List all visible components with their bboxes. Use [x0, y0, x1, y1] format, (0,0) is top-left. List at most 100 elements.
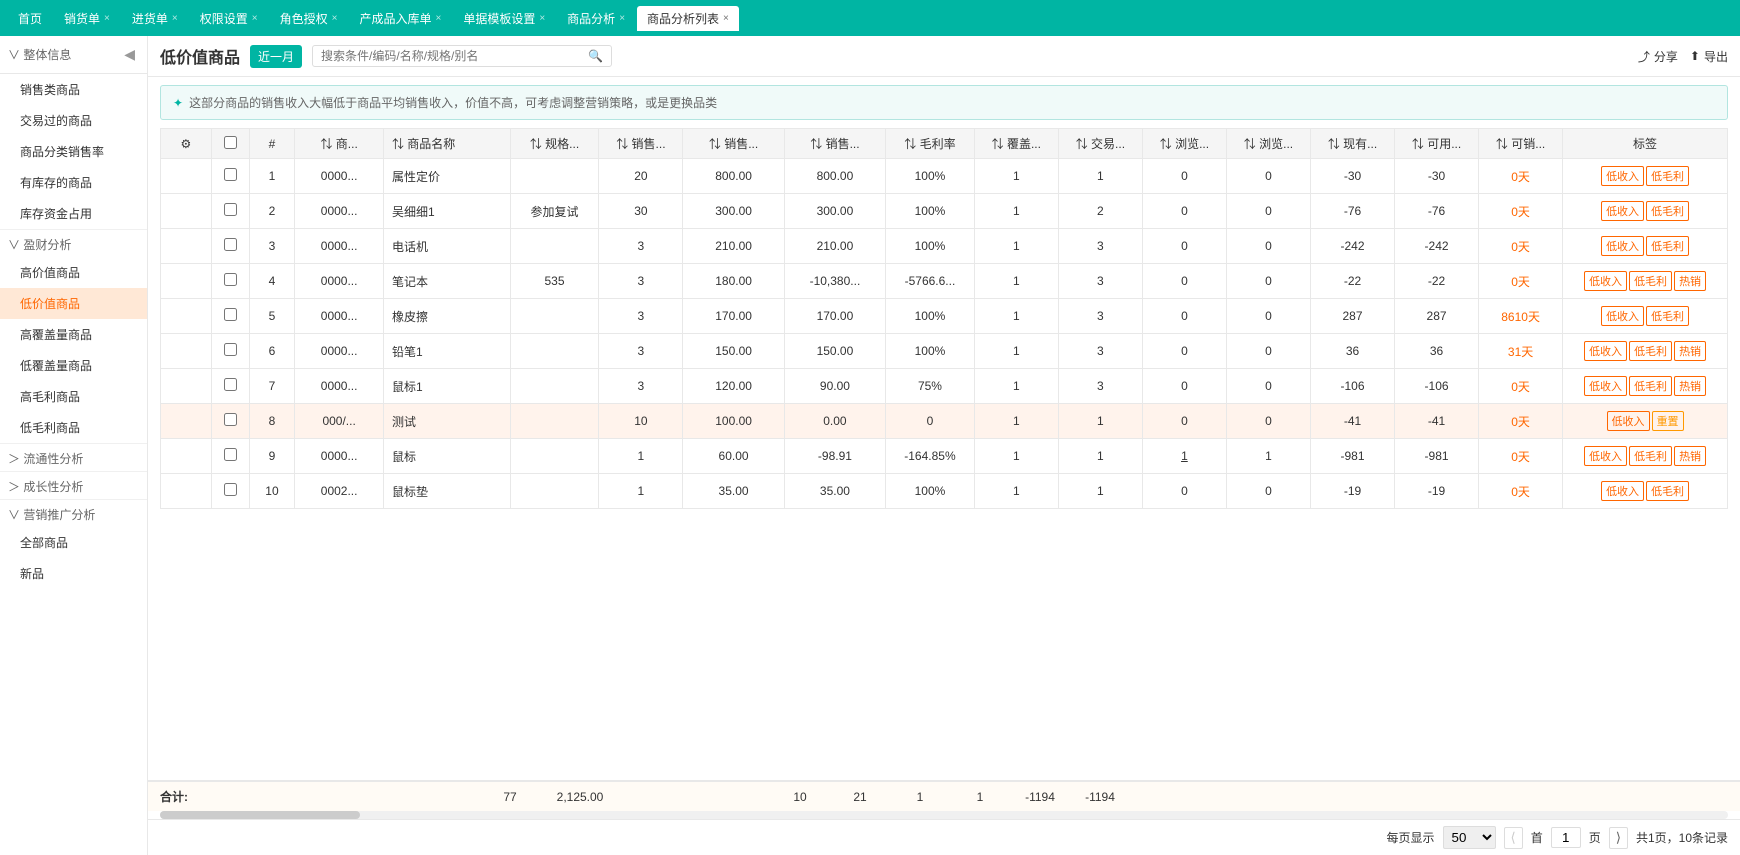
cell-browse1[interactable]: 0	[1142, 299, 1226, 334]
col-sales-profit[interactable]: ⇅ 销售...	[784, 129, 885, 159]
share-button[interactable]: ⤴ 分享	[1638, 48, 1678, 65]
cell-browse1[interactable]: 1	[1142, 439, 1226, 474]
cell-sellable: 31天	[1479, 334, 1563, 369]
cell-sellable: 0天	[1479, 404, 1563, 439]
nav-sales[interactable]: 销货单×	[54, 6, 120, 31]
total-cur-stock: -1194	[1010, 790, 1070, 804]
cell-browse1[interactable]: 0	[1142, 404, 1226, 439]
row-checkbox[interactable]	[224, 308, 237, 321]
col-sales-amt[interactable]: ⇅ 销售...	[683, 129, 784, 159]
cell-checkbox[interactable]	[211, 194, 249, 229]
nav-analysis-list[interactable]: 商品分析列表×	[637, 6, 739, 31]
sidebar-item-high-profit[interactable]: 高毛利商品	[0, 381, 147, 412]
page-input[interactable]	[1551, 827, 1581, 848]
col-avail[interactable]: ⇅ 可用...	[1395, 129, 1479, 159]
row-checkbox[interactable]	[224, 168, 237, 181]
select-all-checkbox[interactable]	[224, 136, 237, 149]
cell-browse1[interactable]: 0	[1142, 229, 1226, 264]
col-sales-qty[interactable]: ⇅ 销售...	[599, 129, 683, 159]
cell-checkbox[interactable]	[211, 334, 249, 369]
sidebar-item-low-value[interactable]: 低价值商品	[0, 288, 147, 319]
col-trade[interactable]: ⇅ 交易...	[1058, 129, 1142, 159]
nav-warehouse[interactable]: 产成品入库单×	[349, 6, 451, 31]
col-gross-rate[interactable]: ⇅ 毛利率	[886, 129, 975, 159]
col-code[interactable]: ⇅ 商...	[295, 129, 384, 159]
cell-browse1[interactable]: 0	[1142, 334, 1226, 369]
row-checkbox[interactable]	[224, 203, 237, 216]
sidebar-item-low-profit[interactable]: 低毛利商品	[0, 412, 147, 443]
nav-home[interactable]: 首页	[8, 6, 52, 31]
col-settings[interactable]: ⚙	[161, 129, 212, 159]
cell-avail: 287	[1395, 299, 1479, 334]
period-button[interactable]: 近一月	[250, 45, 302, 68]
close-icon[interactable]: ×	[104, 13, 110, 24]
cell-browse1[interactable]: 0	[1142, 369, 1226, 404]
search-icon[interactable]: 🔍	[588, 49, 603, 63]
sidebar-collapse-btn[interactable]: ◀	[120, 42, 139, 67]
close-icon[interactable]: ×	[619, 13, 625, 24]
tag-badge: 低毛利	[1629, 376, 1672, 396]
cell-sales-qty: 3	[599, 299, 683, 334]
col-cur-stock[interactable]: ⇅ 现有...	[1310, 129, 1394, 159]
row-checkbox[interactable]	[224, 483, 237, 496]
nav-analysis[interactable]: 商品分析×	[557, 6, 635, 31]
cell-checkbox[interactable]	[211, 474, 249, 509]
cell-checkbox[interactable]	[211, 299, 249, 334]
cell-browse1[interactable]: 0	[1142, 264, 1226, 299]
col-coverage[interactable]: ⇅ 覆盖...	[974, 129, 1058, 159]
cell-checkbox[interactable]	[211, 159, 249, 194]
cell-browse1[interactable]: 0	[1142, 159, 1226, 194]
sidebar-item-low-coverage[interactable]: 低覆盖量商品	[0, 350, 147, 381]
close-icon[interactable]: ×	[332, 13, 338, 24]
row-checkbox[interactable]	[224, 413, 237, 426]
cell-cover: 1	[974, 229, 1058, 264]
per-page-select[interactable]: 50 100 200	[1443, 826, 1496, 849]
cell-sellable: 0天	[1479, 159, 1563, 194]
cell-browse1[interactable]: 0	[1142, 194, 1226, 229]
cell-settings	[161, 229, 212, 264]
col-browse2[interactable]: ⇅ 浏览...	[1226, 129, 1310, 159]
col-spec[interactable]: ⇅ 规格...	[510, 129, 599, 159]
sidebar-item-high-coverage[interactable]: 高覆盖量商品	[0, 319, 147, 350]
nav-role[interactable]: 角色授权×	[270, 6, 348, 31]
first-page-btn[interactable]: ⟨	[1504, 827, 1523, 849]
close-icon[interactable]: ×	[172, 13, 178, 24]
col-browse1[interactable]: ⇅ 浏览...	[1142, 129, 1226, 159]
col-checkbox[interactable]	[211, 129, 249, 159]
sidebar-item-new-products[interactable]: 新品	[0, 558, 147, 589]
sidebar-item-capital[interactable]: 库存资金占用	[0, 198, 147, 229]
col-sellable[interactable]: ⇅ 可销...	[1479, 129, 1563, 159]
top-navigation: 首页 销货单× 进货单× 权限设置× 角色授权× 产成品入库单× 单据模板设置×…	[0, 0, 1740, 36]
next-page-btn[interactable]: ⟩	[1609, 827, 1628, 849]
sidebar-item-sales-products[interactable]: 销售类商品	[0, 74, 147, 105]
sidebar-item-traded[interactable]: 交易过的商品	[0, 105, 147, 136]
cell-browse2: 0	[1226, 159, 1310, 194]
cell-sales-profit: 800.00	[784, 159, 885, 194]
close-icon[interactable]: ×	[435, 13, 441, 24]
close-icon[interactable]: ×	[723, 13, 729, 24]
sidebar-item-all-products[interactable]: 全部商品	[0, 527, 147, 558]
close-icon[interactable]: ×	[539, 13, 545, 24]
sidebar-item-high-value[interactable]: 高价值商品	[0, 257, 147, 288]
cell-checkbox[interactable]	[211, 264, 249, 299]
sidebar-item-stock-products[interactable]: 有库存的商品	[0, 167, 147, 198]
nav-permission[interactable]: 权限设置×	[190, 6, 268, 31]
row-checkbox[interactable]	[224, 343, 237, 356]
nav-purchase[interactable]: 进货单×	[122, 6, 188, 31]
cell-checkbox[interactable]	[211, 404, 249, 439]
row-checkbox[interactable]	[224, 448, 237, 461]
nav-template[interactable]: 单据模板设置×	[453, 6, 555, 31]
search-input[interactable]	[321, 49, 583, 63]
cell-checkbox[interactable]	[211, 439, 249, 474]
row-checkbox[interactable]	[224, 273, 237, 286]
cell-spec: 535	[510, 264, 599, 299]
sidebar-item-category-rate[interactable]: 商品分类销售率	[0, 136, 147, 167]
cell-checkbox[interactable]	[211, 369, 249, 404]
cell-checkbox[interactable]	[211, 229, 249, 264]
row-checkbox[interactable]	[224, 238, 237, 251]
close-icon[interactable]: ×	[252, 13, 258, 24]
row-checkbox[interactable]	[224, 378, 237, 391]
export-button[interactable]: ⬆ 导出	[1690, 48, 1728, 65]
col-name[interactable]: ⇅ 商品名称	[383, 129, 510, 159]
cell-browse1[interactable]: 0	[1142, 474, 1226, 509]
